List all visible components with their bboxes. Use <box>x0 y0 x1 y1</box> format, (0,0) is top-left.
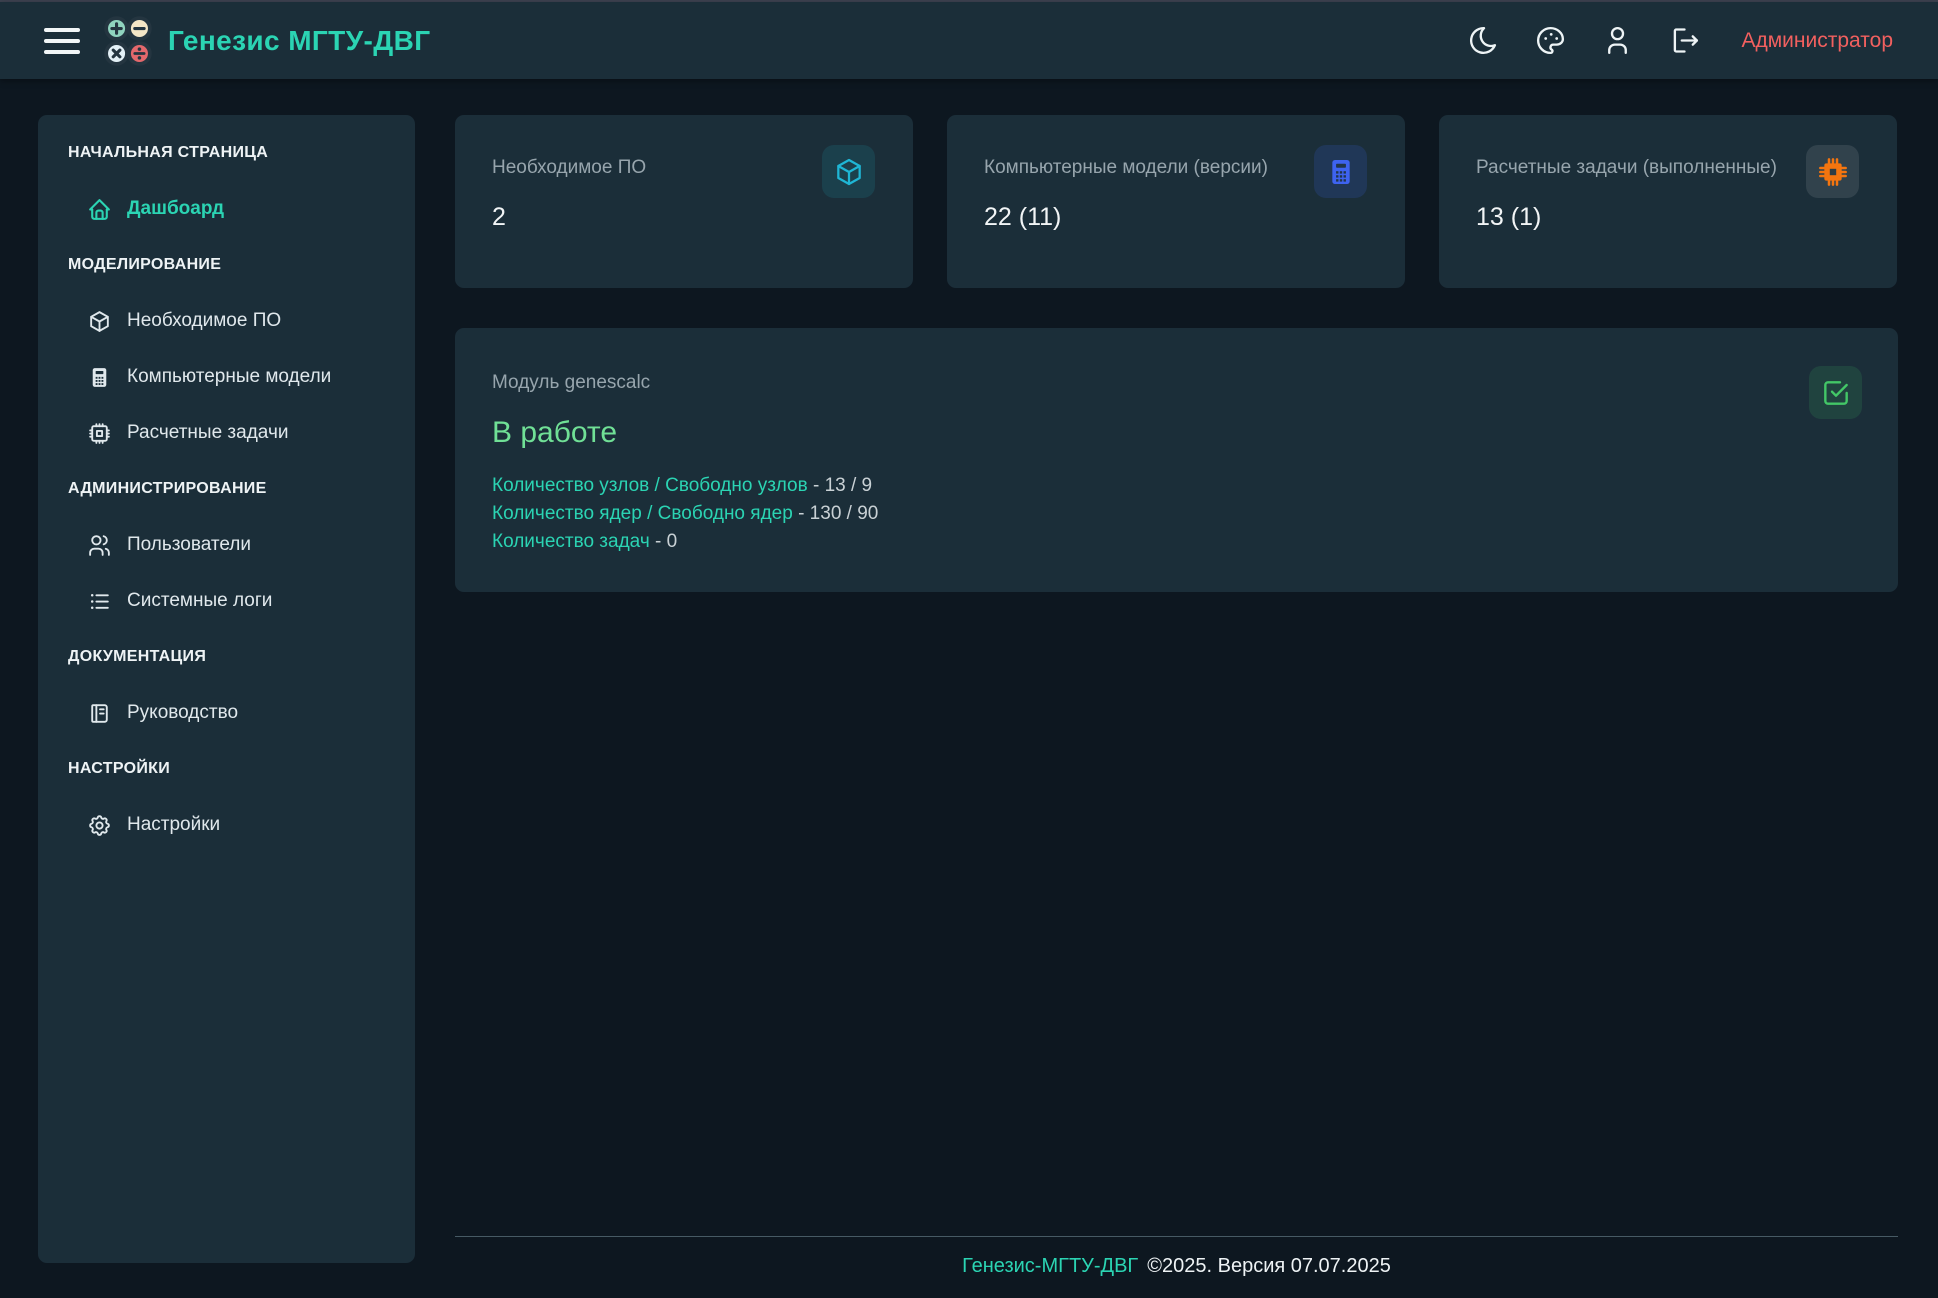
home-icon <box>89 198 110 220</box>
sidebar-item-label: Настройки <box>127 814 221 835</box>
menu-icon[interactable] <box>44 27 80 54</box>
calculator-icon <box>1314 145 1367 198</box>
calculator-icon <box>92 367 107 387</box>
sidebar-section-docs: ДОКУМЕНТАЦИЯ <box>68 648 207 665</box>
module-stat-nodes: Количество узлов / Свободно узлов - 13 /… <box>492 475 873 496</box>
main-content: Необходимое ПО 2 Компьютерные модели (ве… <box>455 115 1898 1298</box>
app-title: Генезис МГТУ-ДВГ <box>168 24 431 56</box>
sidebar-item-logs[interactable]: Системные логи <box>38 573 415 629</box>
cpu-icon <box>89 422 110 444</box>
stat-card-software: Необходимое ПО 2 <box>455 115 913 288</box>
sidebar: НАЧАЛЬНАЯ СТРАНИЦА Дашбоард МОДЕЛИРОВАНИ… <box>38 115 415 1263</box>
topbar: Генезис МГТУ-ДВГ Администратор <box>0 2 1938 79</box>
stat-card-models: Компьютерные модели (версии) 22 (11) <box>947 115 1405 288</box>
stat-card-tasks: Расчетные задачи (выполненные) 13 (1) <box>1439 115 1897 288</box>
sidebar-section-modeling: МОДЕЛИРОВАНИЕ <box>68 256 222 273</box>
sidebar-item-label: Системные логи <box>127 590 273 611</box>
sidebar-item-dashboard[interactable]: Дашбоард <box>38 181 415 237</box>
sidebar-section-admin: АДМИНИСТРИРОВАНИЕ <box>68 480 267 497</box>
cube-icon <box>822 145 875 198</box>
logout-icon[interactable] <box>1668 24 1701 57</box>
footer-brand-link[interactable]: Генезис-МГТУ-ДВГ <box>962 1255 1138 1277</box>
theme-palette-icon[interactable] <box>1534 24 1567 57</box>
stat-card-label: Компьютерные модели (версии) <box>984 157 1268 178</box>
module-card-label: Модуль genescalc <box>492 372 651 393</box>
stat-card-value: 2 <box>492 203 506 231</box>
gear-icon <box>89 814 110 836</box>
stat-card-label: Расчетные задачи (выполненные) <box>1476 157 1777 178</box>
sidebar-item-label: Руководство <box>127 702 239 723</box>
module-stat-cores: Количество ядер / Свободно ядер - 130 / … <box>492 503 879 524</box>
sidebar-section-home: НАЧАЛЬНАЯ СТРАНИЦА <box>68 144 269 161</box>
sidebar-item-label: Компьютерные модели <box>127 366 332 387</box>
stat-cards-row: Необходимое ПО 2 Компьютерные модели (ве… <box>455 115 1898 288</box>
cube-icon <box>90 310 109 332</box>
checkbox-icon <box>1809 366 1862 419</box>
footer-copyright: ©2025. Версия 07.07.2025 <box>1147 1255 1391 1277</box>
sidebar-item-label: Расчетные задачи <box>127 422 289 443</box>
sidebar-item-users[interactable]: Пользователи <box>38 517 415 573</box>
stat-card-label: Необходимое ПО <box>492 157 647 178</box>
sidebar-section-settings: НАСТРОЙКИ <box>68 760 171 777</box>
stat-card-value: 13 (1) <box>1476 203 1542 231</box>
user-role-label: Администратор <box>1741 28 1893 52</box>
dark-mode-moon-icon[interactable] <box>1467 24 1500 57</box>
topbar-actions: Администратор <box>1467 24 1893 57</box>
stat-card-value: 22 (11) <box>984 203 1062 231</box>
module-status: В работе <box>492 416 618 449</box>
user-icon[interactable] <box>1601 24 1634 57</box>
sidebar-item-manual[interactable]: Руководство <box>38 685 415 741</box>
sidebar-item-label: Пользователи <box>127 534 252 555</box>
cpu-icon <box>1806 145 1859 198</box>
footer-divider <box>455 1236 1898 1237</box>
module-card-genescalc: Модуль genescalc В работе Количество узл… <box>455 328 1898 592</box>
sidebar-item-tasks[interactable]: Расчетные задачи <box>38 405 415 461</box>
book-icon <box>91 703 108 723</box>
module-stats: Количество узлов / Свободно узлов - 13 /… <box>492 472 1858 556</box>
sidebar-item-models[interactable]: Компьютерные модели <box>38 349 415 405</box>
sidebar-item-label: Необходимое ПО <box>127 310 282 331</box>
module-stat-jobs: Количество задач - 0 <box>492 531 678 552</box>
list-icon <box>90 593 109 609</box>
sidebar-item-software[interactable]: Необходимое ПО <box>38 293 415 349</box>
sidebar-item-settings[interactable]: Настройки <box>38 797 415 853</box>
sidebar-item-label: Дашбоард <box>127 198 225 219</box>
users-icon <box>89 534 110 556</box>
footer: Генезис-МГТУ-ДВГ ©2025. Версия 07.07.2025 <box>455 1255 1898 1278</box>
calculator-logo[interactable] <box>102 15 154 67</box>
